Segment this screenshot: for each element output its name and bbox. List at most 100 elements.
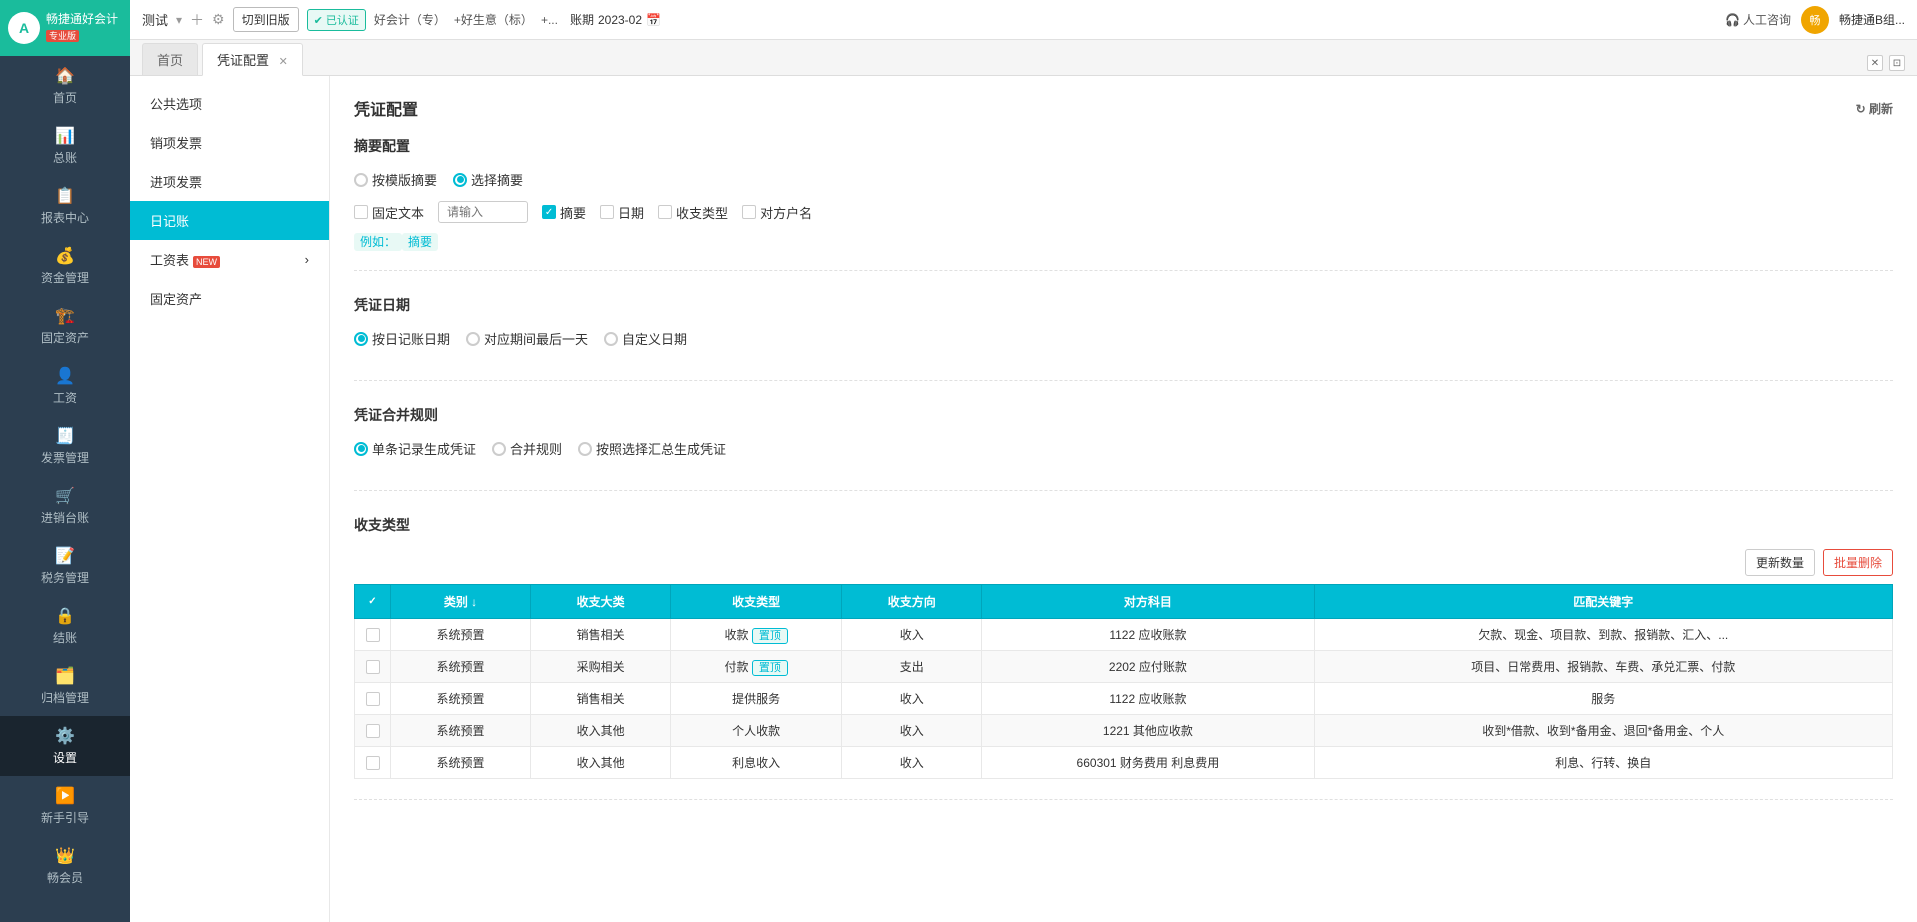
left-nav-sales-invoice[interactable]: 销项发票	[130, 123, 329, 162]
tab-close-icon[interactable]: ✕	[279, 56, 288, 68]
checkbox-date[interactable]: 日期	[600, 203, 644, 222]
avatar: 畅	[1801, 6, 1829, 34]
logo-text: 畅捷通好会计 专业版	[46, 12, 118, 43]
td-checkbox-1[interactable]	[355, 619, 391, 651]
right-content-panel: 凭证配置 ↻ 刷新 摘要配置 按模版摘要 选择摘要	[330, 76, 1917, 922]
th-subject: 对方科目	[982, 585, 1314, 619]
row-checkbox-4[interactable]	[366, 724, 380, 738]
left-nav-diary[interactable]: 日记账	[130, 201, 329, 240]
sidebar-item-home[interactable]: 🏠 首页	[0, 56, 130, 116]
window-expand-button[interactable]: ⊡	[1889, 55, 1905, 71]
summary-config-title: 摘要配置	[354, 136, 1893, 156]
checkbox-date-box	[600, 205, 614, 219]
td-checkbox-5[interactable]	[355, 747, 391, 779]
td-type-1: 收款 置顶	[671, 619, 842, 651]
left-nav-panel: 公共选项 销项发票 进项发票 日记账 工资表NEW › 固定资产	[130, 76, 330, 922]
td-checkbox-2[interactable]	[355, 651, 391, 683]
table-row: 系统预置 采购相关 付款 置顶 支出 2202 应付账款 项目、日常费用、报销款…	[355, 651, 1893, 683]
refresh-button[interactable]: ↻ 刷新	[1856, 100, 1893, 117]
fixed-text-input[interactable]	[438, 201, 528, 223]
left-nav-public-options[interactable]: 公共选项	[130, 84, 329, 123]
left-nav-payroll[interactable]: 工资表NEW ›	[130, 240, 329, 279]
radio-merge-rule[interactable]: 合并规则	[492, 439, 562, 458]
table-row: 系统预置 销售相关 收款 置顶 收入 1122 应收账款 欠款、现金、项目款、到…	[355, 619, 1893, 651]
td-category-4: 系统预置	[391, 715, 531, 747]
td-direction-2: 支出	[842, 651, 982, 683]
tab-voucher-config[interactable]: 凭证配置 ✕	[202, 43, 303, 76]
radio-single-record[interactable]: 单条记录生成凭证	[354, 439, 476, 458]
sidebar-item-closing[interactable]: 🔒 结账	[0, 596, 130, 656]
row-checkbox-5[interactable]	[366, 756, 380, 770]
row-checkbox-2[interactable]	[366, 660, 380, 674]
sidebar-item-reports[interactable]: 📋 报表中心	[0, 176, 130, 236]
tab-home[interactable]: 首页	[142, 43, 198, 75]
td-subject-5: 660301 财务费用 利息费用	[982, 747, 1314, 779]
income-expense-table: ✓ 类别 ↓ 收支大类 收支类型 收支方向 对方科目 匹配关键字	[354, 584, 1893, 779]
checkbox-counterpart-name[interactable]: 对方户名	[742, 203, 812, 222]
headset-icon: 🎧	[1725, 13, 1740, 27]
th-keywords: 匹配关键字	[1314, 585, 1892, 619]
radio-template-icon	[354, 173, 368, 187]
summary-checkbox-row: 固定文本 ✓ 摘要 日期 收支类型	[354, 201, 1893, 223]
row-checkbox-3[interactable]	[366, 692, 380, 706]
radio-select-summary[interactable]: 选择摘要	[453, 170, 523, 189]
left-nav-purchase-invoice[interactable]: 进项发票	[130, 162, 329, 201]
td-subject-4: 1221 其他应收款	[982, 715, 1314, 747]
radio-summary-generate[interactable]: 按照选择汇总生成凭证	[578, 439, 726, 458]
sidebar-item-settings[interactable]: ⚙️ 设置	[0, 716, 130, 776]
dropdown-arrow-icon[interactable]: ▾	[176, 13, 182, 27]
radio-summary-generate-icon	[578, 442, 592, 456]
sidebar-item-funds[interactable]: 💰 资金管理	[0, 236, 130, 296]
td-checkbox-4[interactable]	[355, 715, 391, 747]
row-checkbox-1[interactable]	[366, 628, 380, 642]
td-checkbox-3[interactable]	[355, 683, 391, 715]
td-category-2: 系统预置	[391, 651, 531, 683]
checkbox-income-type[interactable]: 收支类型	[658, 203, 728, 222]
batch-delete-button[interactable]: 批量删除	[1823, 549, 1893, 576]
gear-icon[interactable]: ⚙	[212, 11, 225, 28]
topbar: 测试 ▾ ＋ ⚙ 切到旧版 ✔ 已认证 好会计（专） +好生意（标） +... …	[130, 0, 1917, 40]
good-business-tag: +好生意（标）	[454, 11, 533, 28]
top-tag-2[interactable]: 置顶	[752, 660, 788, 676]
checkbox-counterpart-name-box	[742, 205, 756, 219]
td-category-1: 系统预置	[391, 619, 531, 651]
td-major-4: 收入其他	[531, 715, 671, 747]
sidebar-item-archive[interactable]: 🗂️ 归档管理	[0, 656, 130, 716]
sidebar-item-assets[interactable]: 🏗️ 固定资产	[0, 296, 130, 356]
radio-custom-date[interactable]: 自定义日期	[604, 329, 687, 348]
update-count-button[interactable]: 更新数量	[1745, 549, 1815, 576]
calendar-icon[interactable]: 📅	[646, 13, 661, 27]
sidebar-item-payroll[interactable]: 👤 工资	[0, 356, 130, 416]
consult-button[interactable]: 🎧 人工咨询	[1725, 11, 1791, 28]
sidebar-item-ledger[interactable]: 📊 总账	[0, 116, 130, 176]
radio-diary-date[interactable]: 按日记账日期	[354, 329, 450, 348]
checkbox-fixed-text-box	[354, 205, 368, 219]
top-tag-1[interactable]: 置顶	[752, 628, 788, 644]
income-expense-title: 收支类型	[354, 515, 1893, 535]
select-all-checkbox[interactable]: ✓	[366, 595, 380, 609]
home-icon: 🏠	[55, 66, 75, 86]
sidebar: A 畅捷通好会计 专业版 🏠 首页 📊 总账 📋 报表中心 💰 资金管理 🏗️ …	[0, 0, 130, 922]
sidebar-item-invoice[interactable]: 🧾 发票管理	[0, 416, 130, 476]
radio-template-summary[interactable]: 按模版摘要	[354, 170, 437, 189]
switch-version-button[interactable]: 切到旧版	[233, 7, 299, 32]
summary-config-section: 摘要配置 按模版摘要 选择摘要 固定文本	[354, 136, 1893, 271]
checkbox-summary[interactable]: ✓ 摘要	[542, 203, 586, 222]
content-area: 公共选项 销项发票 进项发票 日记账 工资表NEW › 固定资产	[130, 76, 1917, 922]
archive-icon: 🗂️	[55, 666, 75, 686]
sidebar-item-member[interactable]: 👑 畅会员	[0, 836, 130, 896]
window-close-button[interactable]: ✕	[1867, 55, 1883, 71]
th-major: 收支大类	[531, 585, 671, 619]
checkbox-fixed-text[interactable]: 固定文本	[354, 203, 424, 222]
radio-period-last-day[interactable]: 对应期间最后一天	[466, 329, 588, 348]
sidebar-item-tax[interactable]: 📝 税务管理	[0, 536, 130, 596]
guide-icon: ▶️	[55, 786, 75, 806]
sidebar-item-purchase[interactable]: 🛒 进销台账	[0, 476, 130, 536]
left-nav-fixed-assets[interactable]: 固定资产	[130, 279, 329, 318]
td-subject-2: 2202 应付账款	[982, 651, 1314, 683]
td-type-5: 利息收入	[671, 747, 842, 779]
td-keywords-2: 项目、日常费用、报销款、车费、承兑汇票、付款	[1314, 651, 1892, 683]
voucher-date-section: 凭证日期 按日记账日期 对应期间最后一天 自定义日期	[354, 295, 1893, 381]
sidebar-item-guide[interactable]: ▶️ 新手引导	[0, 776, 130, 836]
add-icon[interactable]: ＋	[190, 10, 204, 30]
